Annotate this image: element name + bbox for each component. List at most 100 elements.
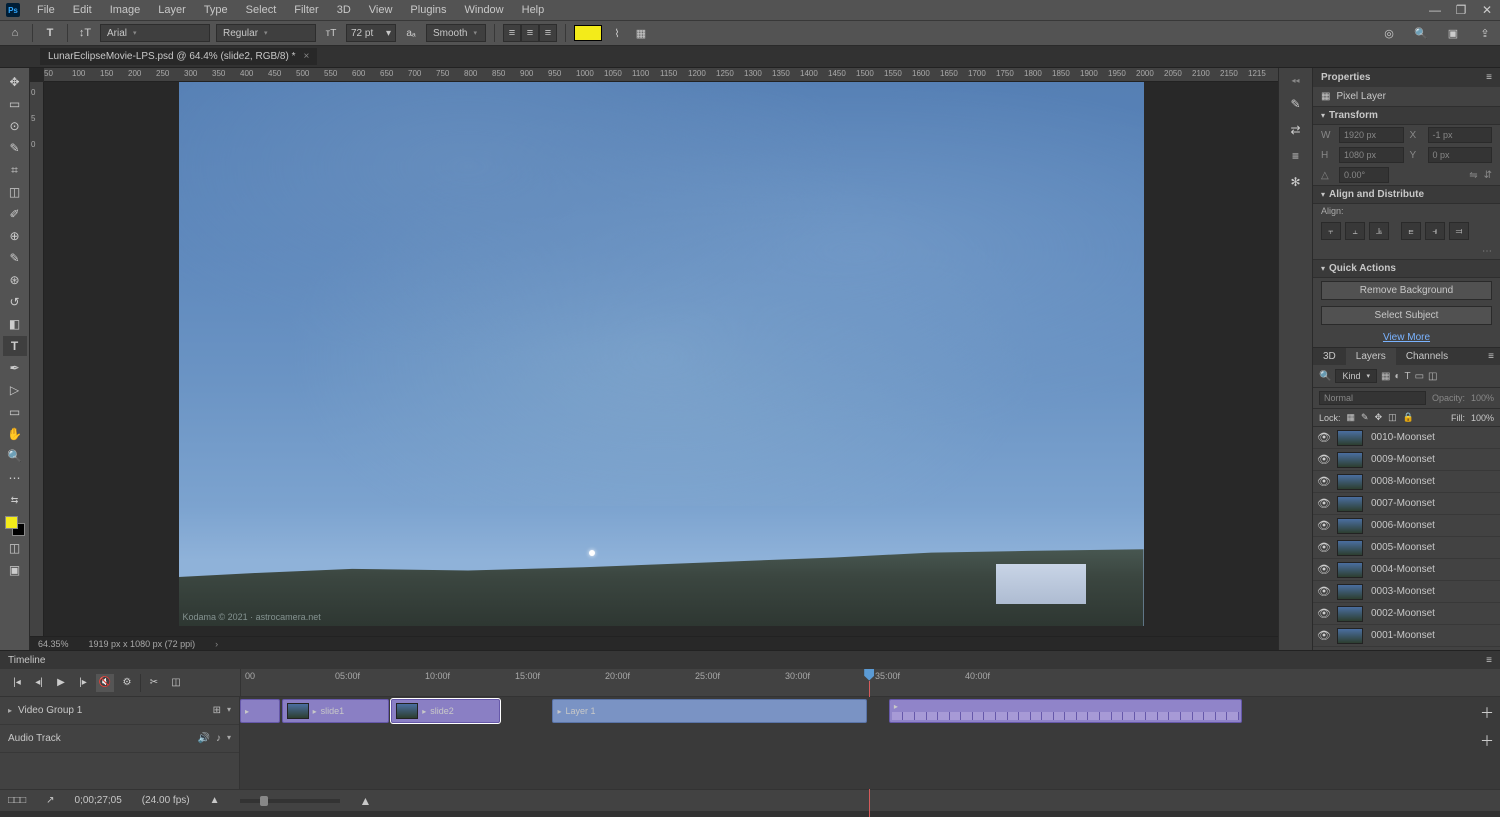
layer-row[interactable]: 👁0010-Moonset xyxy=(1313,427,1500,449)
zoom-tool-icon[interactable]: 🔍 xyxy=(3,446,27,466)
eraser-tool-icon[interactable]: ◧ xyxy=(3,314,27,334)
view-more-link[interactable]: View More xyxy=(1313,328,1500,347)
foreground-background-swatch[interactable] xyxy=(5,516,25,536)
filter-search-icon[interactable]: 🔍 xyxy=(1319,371,1331,382)
document-tab[interactable]: LunarEclipseMovie-LPS.psd @ 64.4% (slide… xyxy=(40,48,317,65)
add-audio-icon[interactable]: ＋ xyxy=(1480,731,1494,751)
align-more-icon[interactable]: ⋯ xyxy=(1313,244,1500,259)
lock-position-icon[interactable]: ✥ xyxy=(1375,412,1383,423)
mountain-small-icon[interactable]: ▲ xyxy=(210,795,220,806)
layer-row[interactable]: 👁0007-Moonset xyxy=(1313,493,1500,515)
menu-file[interactable]: File xyxy=(28,4,64,16)
timeline-clip[interactable]: ▸Layer 1 xyxy=(552,699,867,723)
anti-alias-select[interactable]: Smooth▾ xyxy=(426,24,486,42)
tab-3d[interactable]: 3D xyxy=(1313,348,1346,365)
healing-tool-icon[interactable]: ⊕ xyxy=(3,226,27,246)
home-icon[interactable]: ⌂ xyxy=(6,24,24,42)
transform-height-input[interactable]: 1080 px xyxy=(1339,147,1404,163)
remove-background-button[interactable]: Remove Background xyxy=(1321,281,1492,300)
layer-row[interactable]: 👁0003-Moonset xyxy=(1313,581,1500,603)
filter-adjust-icon[interactable]: ◐ xyxy=(1394,371,1400,382)
filter-pixel-icon[interactable]: ▦ xyxy=(1381,371,1390,382)
libraries-panel-icon[interactable]: ≡ xyxy=(1292,149,1299,163)
align-hcenter-icon[interactable]: ⫠ xyxy=(1345,222,1365,240)
visibility-icon[interactable]: 👁 xyxy=(1317,475,1329,488)
layer-row[interactable]: 👁0005-Moonset xyxy=(1313,537,1500,559)
mute-icon[interactable]: 🔇 xyxy=(96,674,114,692)
transition-icon[interactable]: ◫ xyxy=(167,674,185,692)
quick-mask-icon[interactable]: ◫ xyxy=(3,538,27,558)
layer-filter-select[interactable]: Kind▾ xyxy=(1335,369,1377,383)
text-orientation-icon[interactable]: ↕T xyxy=(76,24,94,42)
more-tools-icon[interactable]: ⋯ xyxy=(3,468,27,488)
visibility-icon[interactable]: 👁 xyxy=(1317,519,1329,532)
status-more-icon[interactable]: › xyxy=(215,639,218,649)
settings-panel-icon[interactable]: ✻ xyxy=(1290,175,1300,189)
opacity-value[interactable]: 100% xyxy=(1471,393,1494,403)
menu-help[interactable]: Help xyxy=(513,4,554,16)
prev-frame-icon[interactable]: ◂| xyxy=(30,674,48,692)
menu-filter[interactable]: Filter xyxy=(285,4,327,16)
menu-window[interactable]: Window xyxy=(456,4,513,16)
brushes-panel-icon[interactable]: ✎ xyxy=(1290,97,1300,111)
history-brush-tool-icon[interactable]: ↺ xyxy=(3,292,27,312)
panel-menu-icon[interactable]: ≡ xyxy=(1486,72,1492,83)
timeline-clip[interactable]: ▸slide1 xyxy=(282,699,389,723)
fill-value[interactable]: 100% xyxy=(1471,413,1494,423)
go-to-first-frame-icon[interactable]: |◂ xyxy=(8,674,26,692)
tab-channels[interactable]: Channels xyxy=(1396,348,1458,365)
align-center-icon[interactable]: ≡ xyxy=(521,24,539,42)
rectangle-tool-icon[interactable]: ▭ xyxy=(3,402,27,422)
next-frame-icon[interactable]: |▸ xyxy=(74,674,92,692)
window-restore-icon[interactable]: ❐ xyxy=(1448,0,1474,20)
align-left-icon[interactable]: ≡ xyxy=(503,24,521,42)
zoom-level[interactable]: 64.35% xyxy=(38,639,69,649)
canvas-stage[interactable]: Kodama © 2021 · astrocamera.net xyxy=(44,82,1278,636)
render-icon[interactable]: ↗ xyxy=(46,795,54,806)
edit-toolbar-icon[interactable]: ⇆ xyxy=(3,490,27,510)
hand-tool-icon[interactable]: ✋ xyxy=(3,424,27,444)
align-right-icon[interactable]: ≡ xyxy=(539,24,557,42)
transform-width-input[interactable]: 1920 px xyxy=(1339,127,1404,143)
font-style-select[interactable]: Regular▾ xyxy=(216,24,316,42)
font-size-input[interactable]: 72 pt▾ xyxy=(346,24,396,42)
type-tool-icon[interactable]: T xyxy=(41,24,59,42)
transform-angle-input[interactable]: 0.00° xyxy=(1339,167,1389,183)
collapse-icon[interactable]: ▾ xyxy=(1321,111,1325,120)
transform-x-input[interactable]: -1 px xyxy=(1428,127,1493,143)
timeline-clip[interactable]: ▸ xyxy=(240,699,280,723)
align-right-icon[interactable]: ⫡ xyxy=(1369,222,1389,240)
type-tool-icon[interactable]: T xyxy=(3,336,27,356)
workspace-icon[interactable]: ▣ xyxy=(1444,24,1462,42)
screen-mode-icon[interactable]: ▣ xyxy=(3,560,27,580)
close-tab-icon[interactable]: × xyxy=(304,51,310,62)
character-panel-icon[interactable]: ▦ xyxy=(632,24,650,42)
blend-mode-select[interactable]: Normal xyxy=(1319,391,1426,405)
visibility-icon[interactable]: 👁 xyxy=(1317,431,1329,444)
align-bottom-icon[interactable]: ⫤ xyxy=(1449,222,1469,240)
menu-view[interactable]: View xyxy=(360,4,402,16)
mountain-large-icon[interactable]: ▲ xyxy=(360,794,372,808)
filter-type-icon[interactable]: T xyxy=(1404,371,1410,382)
play-icon[interactable]: ▶ xyxy=(52,674,70,692)
flip-h-icon[interactable]: ⇋ xyxy=(1469,170,1477,181)
lock-transparency-icon[interactable]: ▦ xyxy=(1347,412,1356,423)
menu-edit[interactable]: Edit xyxy=(64,4,101,16)
zoom-slider[interactable] xyxy=(240,799,340,803)
filter-smart-icon[interactable]: ◫ xyxy=(1428,371,1437,382)
visibility-icon[interactable]: 👁 xyxy=(1317,541,1329,554)
warp-text-icon[interactable]: ⌇ xyxy=(608,24,626,42)
lasso-tool-icon[interactable]: ⊙ xyxy=(3,116,27,136)
menu-layer[interactable]: Layer xyxy=(149,4,195,16)
panel-menu-icon[interactable]: ≡ xyxy=(1486,655,1492,666)
timeline-settings-icon[interactable]: ⚙ xyxy=(118,674,136,692)
visibility-icon[interactable]: 👁 xyxy=(1317,453,1329,466)
crop-tool-icon[interactable]: ⌗ xyxy=(3,160,27,180)
layer-row[interactable]: 👁0006-Moonset xyxy=(1313,515,1500,537)
playhead[interactable] xyxy=(864,669,874,681)
layer-row[interactable]: 👁0004-Moonset xyxy=(1313,559,1500,581)
collapse-icon[interactable]: ▸ xyxy=(8,706,12,715)
timeline-group-clip[interactable]: ▸ xyxy=(889,699,1242,723)
align-vcenter-icon[interactable]: ⫣ xyxy=(1425,222,1445,240)
music-icon[interactable]: ♪ xyxy=(216,733,221,744)
